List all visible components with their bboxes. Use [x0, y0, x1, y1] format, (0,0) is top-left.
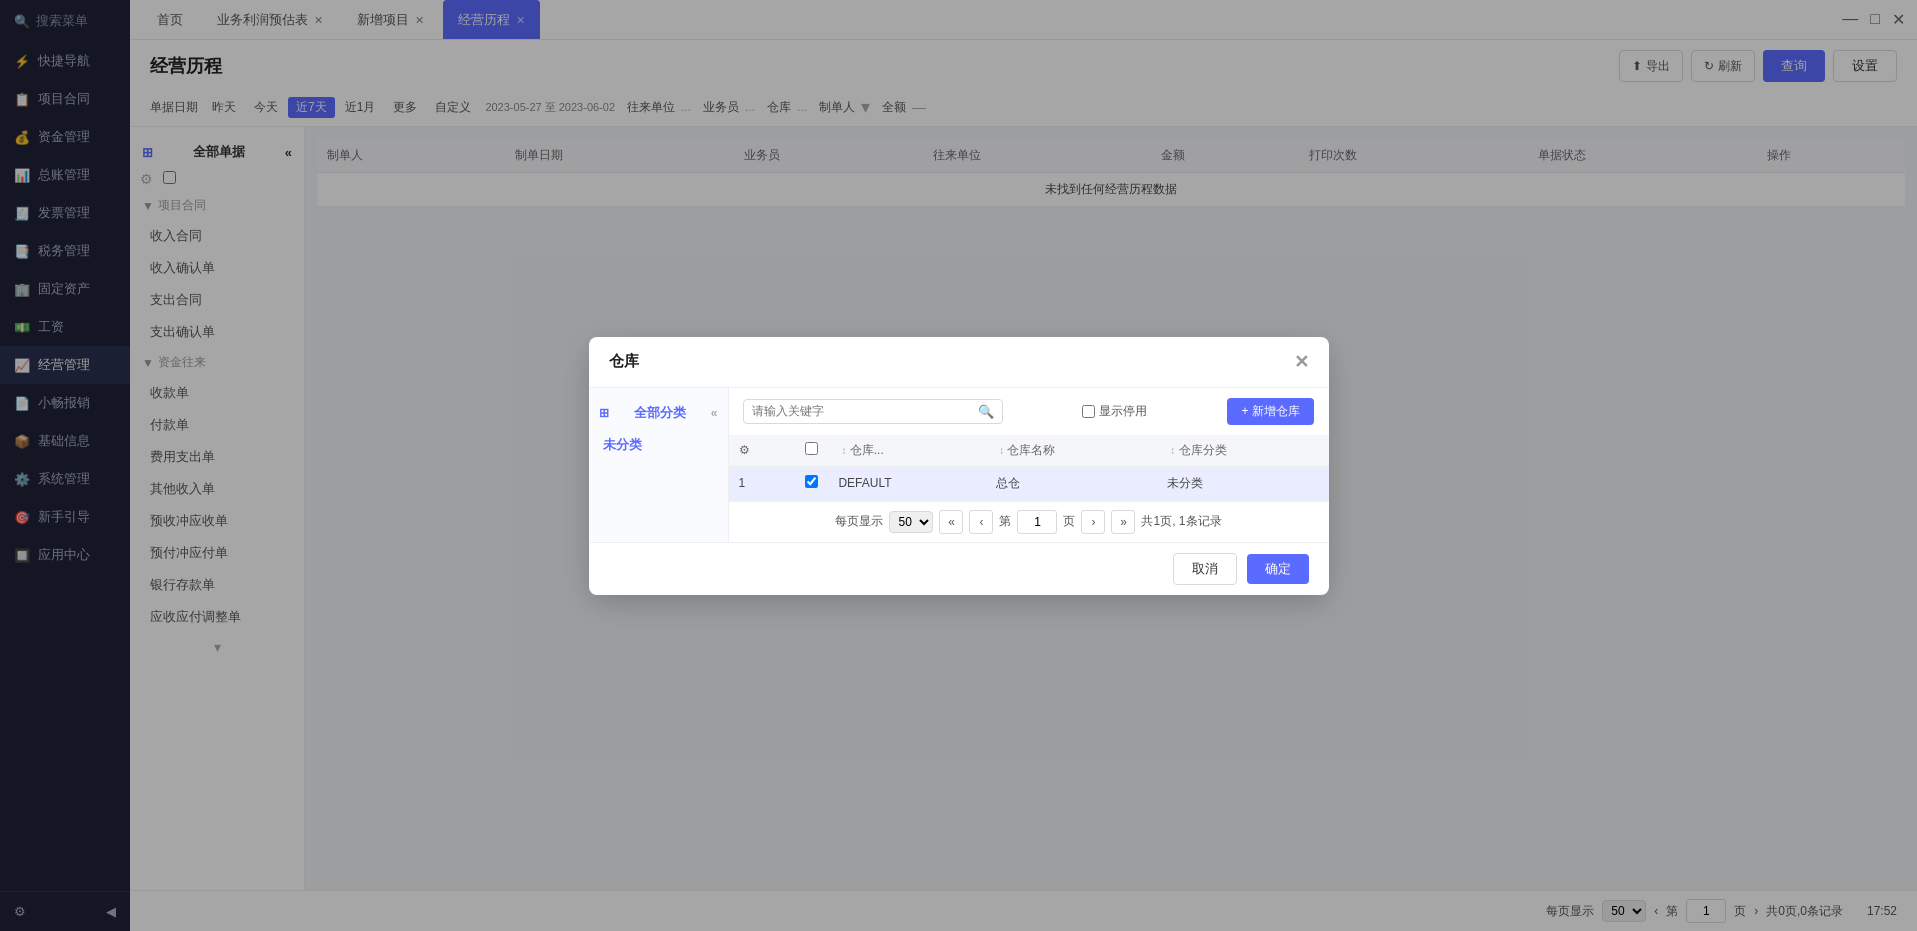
show-disabled-text: 显示停用: [1099, 403, 1147, 420]
dialog-toolbar: 🔍 显示停用 + 新增仓库: [729, 388, 1329, 435]
table-row[interactable]: 1 DEFAULT 总仓 未分类: [729, 466, 1329, 500]
dialog-collapse-icon[interactable]: «: [711, 406, 718, 420]
search-icon: 🔍: [978, 404, 994, 419]
dialog-left-panel: ⊞ 全部分类 « 未分类: [589, 388, 729, 542]
prev-page-btn[interactable]: ‹: [969, 510, 993, 534]
page-size-select[interactable]: 50: [889, 511, 933, 533]
th-warehouse-name[interactable]: ↕ 仓库名称: [986, 435, 1157, 467]
row-warehouse-name: 总仓: [986, 466, 1157, 500]
th-warehouse-code[interactable]: ↕ 仓库...: [828, 435, 986, 467]
show-disabled-label[interactable]: 显示停用: [1082, 403, 1147, 420]
total-label: 共1页, 1条记录: [1141, 513, 1221, 530]
show-disabled-checkbox[interactable]: [1082, 405, 1095, 418]
dialog-footer: 取消 确定: [589, 542, 1329, 595]
dialog-uncategorized-item[interactable]: 未分类: [589, 428, 728, 462]
all-categories-icon: ⊞: [599, 406, 609, 420]
cancel-button[interactable]: 取消: [1173, 553, 1237, 585]
add-warehouse-button[interactable]: + 新增仓库: [1227, 398, 1314, 425]
add-label: 新增仓库: [1252, 403, 1300, 420]
warehouse-code-sort-icon: ↕: [841, 445, 846, 456]
row-warehouse-code: DEFAULT: [828, 466, 986, 500]
row-warehouse-category: 未分类: [1157, 466, 1328, 500]
first-page-btn[interactable]: «: [939, 510, 963, 534]
dialog-body: ⊞ 全部分类 « 未分类: [589, 388, 1329, 542]
dialog-right-panel: 🔍 显示停用 + 新增仓库: [729, 388, 1329, 542]
search-box[interactable]: 🔍: [743, 399, 1003, 424]
all-categories-label[interactable]: 全部分类: [634, 404, 686, 422]
main-area: 首页 业务利润预估表 ✕ 新增项目 ✕ 经营历程 ✕ — □ ✕ 经营历程 ⬆ …: [130, 0, 1917, 931]
dialog-pagination: 每页显示 50 « ‹ 第 页 › »: [729, 501, 1329, 542]
warehouse-name-sort-icon: ↕: [999, 445, 1004, 456]
uncategorized-label: 未分类: [603, 437, 642, 452]
next-page-btn[interactable]: ›: [1081, 510, 1105, 534]
warehouse-code-label: 仓库...: [850, 443, 884, 457]
overlay: 仓库 ✕ ⊞ 全部分类 « 未分类: [305, 127, 1917, 890]
last-page-btn[interactable]: »: [1111, 510, 1135, 534]
row-settings: 1: [729, 466, 796, 500]
confirm-button[interactable]: 确定: [1247, 554, 1309, 584]
dialog-inner-table: ⚙ ↕ 仓库... ↕: [729, 435, 1329, 501]
row-checkbox[interactable]: [795, 466, 828, 500]
th-warehouse-category[interactable]: ↕ 仓库分类: [1157, 435, 1328, 467]
dialog: 仓库 ✕ ⊞ 全部分类 « 未分类: [589, 337, 1329, 595]
page-input[interactable]: [1017, 510, 1057, 534]
dialog-close-btn[interactable]: ✕: [1294, 351, 1309, 373]
dialog-title: 仓库: [609, 352, 639, 371]
per-page-label: 每页显示: [835, 513, 883, 530]
content-area: ⊞ 全部单据 « ⚙ ▼ 项目合同 收入合同 收入确认单 支出合同 支出确认单 …: [130, 127, 1917, 890]
search-input[interactable]: [752, 404, 972, 418]
row-no: 1: [739, 476, 746, 490]
warehouse-cat-label: 仓库分类: [1179, 443, 1227, 457]
page-suffix: 页: [1063, 513, 1075, 530]
th-gear[interactable]: ⚙: [729, 435, 796, 467]
add-icon: +: [1241, 404, 1248, 418]
dialog-left-header: ⊞ 全部分类 «: [589, 398, 728, 428]
page-label: 第: [999, 513, 1011, 530]
warehouse-name-label: 仓库名称: [1007, 443, 1055, 457]
dialog-table-container: ⚙ ↕ 仓库... ↕: [729, 435, 1329, 501]
main-content: WhAR 制单人 制单日期 业务员 往来单位 金额 打印次数 单据状态 操作: [305, 127, 1917, 890]
warehouse-cat-sort-icon: ↕: [1170, 445, 1175, 456]
th-checkbox[interactable]: [795, 435, 828, 467]
row-select-checkbox[interactable]: [805, 475, 818, 488]
select-all-checkbox[interactable]: [805, 442, 818, 455]
gear-icon: ⚙: [739, 443, 750, 457]
dialog-header: 仓库 ✕: [589, 337, 1329, 388]
